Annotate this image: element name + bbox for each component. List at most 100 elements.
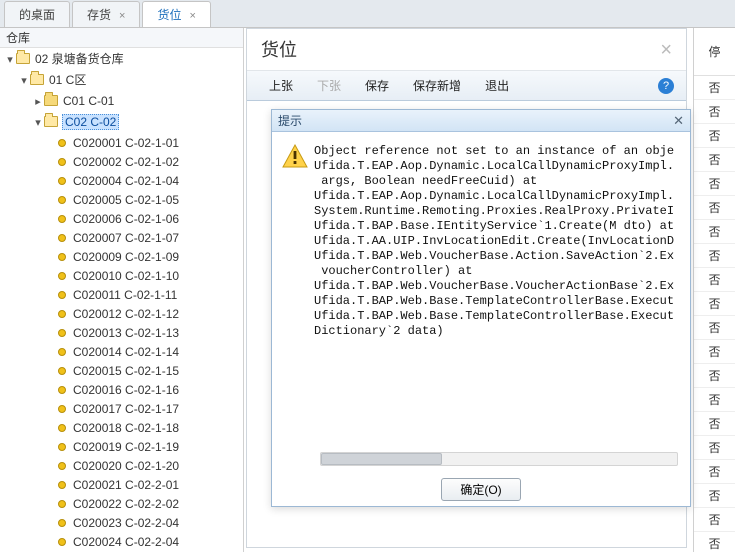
tree-node-bin[interactable]: C020020 C-02-1-20	[4, 457, 243, 476]
ok-button[interactable]: 确定(O)	[441, 478, 520, 501]
prev-button[interactable]: 上张	[259, 75, 303, 96]
tree-node-bin[interactable]: C020014 C-02-1-14	[4, 343, 243, 362]
column-cell: 否	[694, 148, 735, 172]
tree-node-bin[interactable]: C020011 C-02-1-11	[4, 286, 243, 305]
tree-node-rack-c01[interactable]: ▸C01 C-01	[4, 92, 243, 113]
tree-node-bin[interactable]: C020017 C-02-1-17	[4, 400, 243, 419]
tree-node-area[interactable]: ▾ 01 C区	[4, 71, 243, 92]
tree-node-label: C020013 C-02-1-13	[72, 326, 180, 340]
dialog-title: 货位	[261, 29, 297, 71]
tree-node-bin[interactable]: C020021 C-02-2-01	[4, 476, 243, 495]
exit-button[interactable]: 退出	[475, 75, 519, 96]
bullet-icon	[58, 272, 66, 280]
tree-node-label: C020005 C-02-1-05	[72, 193, 180, 207]
tab-location[interactable]: 货位×	[142, 1, 210, 27]
prompt-title: 提示	[278, 112, 302, 129]
column-cell: 否	[694, 244, 735, 268]
tree-node-bin[interactable]: C020013 C-02-1-13	[4, 324, 243, 343]
column-cell: 否	[694, 508, 735, 532]
column-cell: 否	[694, 388, 735, 412]
bullet-icon	[58, 329, 66, 337]
tree-node-label: C02 C-02	[62, 114, 119, 130]
bullet-icon	[58, 500, 66, 508]
tree-node-warehouse[interactable]: ▾02 泉塘备货仓库	[4, 50, 243, 71]
bullet-icon	[58, 310, 66, 318]
tree-node-label: C020014 C-02-1-14	[72, 345, 180, 359]
bullet-icon	[58, 158, 66, 166]
tree-node-label: C020019 C-02-1-19	[72, 440, 180, 454]
column-cell: 否	[694, 292, 735, 316]
tab-desktop[interactable]: 的桌面	[4, 1, 70, 27]
expand-icon[interactable]: ▸	[32, 94, 44, 113]
tree-root-label: 仓库	[0, 28, 243, 48]
bullet-icon	[58, 139, 66, 147]
column-header: 停	[694, 28, 735, 76]
close-icon[interactable]: ×	[660, 29, 672, 71]
column-cell: 否	[694, 532, 735, 552]
tree-node-label: C020011 C-02-1-11	[72, 288, 178, 302]
tree-node-label: C020010 C-02-1-10	[72, 269, 180, 283]
save-button[interactable]: 保存	[355, 75, 399, 96]
close-icon[interactable]: ×	[119, 10, 125, 22]
tab-inventory[interactable]: 存货 ×	[72, 1, 140, 27]
content-area: 货位 × 上张 下张 保存 保存新增 退出 ? 提示 ✕	[244, 28, 693, 552]
tree-node-bin[interactable]: C020007 C-02-1-07	[4, 229, 243, 248]
bullet-icon	[58, 462, 66, 470]
tree-node-bin[interactable]: C020005 C-02-1-05	[4, 191, 243, 210]
help-icon[interactable]: ?	[658, 78, 674, 94]
next-button[interactable]: 下张	[307, 75, 351, 96]
close-icon[interactable]: ×	[189, 10, 195, 22]
bullet-icon	[58, 367, 66, 375]
tree-node-label: C020012 C-02-1-12	[72, 307, 180, 321]
tree-node-bin[interactable]: C020010 C-02-1-10	[4, 267, 243, 286]
tree-node-rack-c02[interactable]: ▾ C02 C-02	[4, 113, 243, 134]
bullet-icon	[58, 481, 66, 489]
bullet-icon	[58, 386, 66, 394]
save-new-button[interactable]: 保存新增	[403, 75, 471, 96]
close-icon[interactable]: ✕	[673, 113, 684, 129]
tree-node-bin[interactable]: C020015 C-02-1-15	[4, 362, 243, 381]
horizontal-scrollbar[interactable]	[320, 452, 678, 466]
folder-open-icon	[16, 53, 30, 64]
tree-node-label: C020024 C-02-2-04	[72, 535, 180, 549]
tree-node-bin[interactable]: C020018 C-02-1-18	[4, 419, 243, 438]
bullet-icon	[58, 215, 66, 223]
column-cell: 否	[694, 436, 735, 460]
column-cell: 否	[694, 268, 735, 292]
tree-node-bin[interactable]: C020019 C-02-1-19	[4, 438, 243, 457]
tree-node-bin[interactable]: C020022 C-02-2-02	[4, 495, 243, 514]
tree-node-label: C020006 C-02-1-06	[72, 212, 180, 226]
column-cell: 否	[694, 220, 735, 244]
tree-node-label: C020009 C-02-1-09	[72, 250, 180, 264]
error-message: Object reference not set to an instance …	[314, 144, 680, 464]
tree-node-label: C020001 C-02-1-01	[72, 136, 180, 150]
prompt-dialog: 提示 ✕ Object reference not set to an inst…	[271, 109, 691, 507]
bullet-icon	[58, 348, 66, 356]
tab-label: 存货	[87, 8, 111, 22]
column-cell: 否	[694, 364, 735, 388]
tab-bar: 的桌面 存货 × 货位×	[0, 0, 735, 28]
collapse-icon[interactable]: ▾	[18, 73, 30, 92]
tree-node-bin[interactable]: C020006 C-02-1-06	[4, 210, 243, 229]
tree-node-bin[interactable]: C020023 C-02-2-04	[4, 514, 243, 533]
tree-node-bin[interactable]: C020016 C-02-1-16	[4, 381, 243, 400]
tree-node-label: C020002 C-02-1-02	[72, 155, 180, 169]
tree-node-bin[interactable]: C020002 C-02-1-02	[4, 153, 243, 172]
tree-node-bin[interactable]: C020004 C-02-1-04	[4, 172, 243, 191]
scrollbar-thumb[interactable]	[321, 453, 442, 465]
tree-node-label: C020004 C-02-1-04	[72, 174, 180, 188]
tree-node-bin[interactable]: C020024 C-02-2-04	[4, 533, 243, 552]
collapse-icon[interactable]: ▾	[4, 52, 16, 71]
tree-node-bin[interactable]: C020001 C-02-1-01	[4, 134, 243, 153]
column-cell: 否	[694, 460, 735, 484]
bullet-icon	[58, 253, 66, 261]
tree-node-label: 01 C区	[48, 73, 87, 87]
tab-label: 的桌面	[19, 8, 55, 22]
tree-node-label: C020017 C-02-1-17	[72, 402, 180, 416]
bullet-icon	[58, 196, 66, 204]
collapse-icon[interactable]: ▾	[32, 115, 44, 134]
bullet-icon	[58, 234, 66, 242]
tree-node-bin[interactable]: C020009 C-02-1-09	[4, 248, 243, 267]
folder-icon	[44, 95, 58, 106]
tree-node-bin[interactable]: C020012 C-02-1-12	[4, 305, 243, 324]
